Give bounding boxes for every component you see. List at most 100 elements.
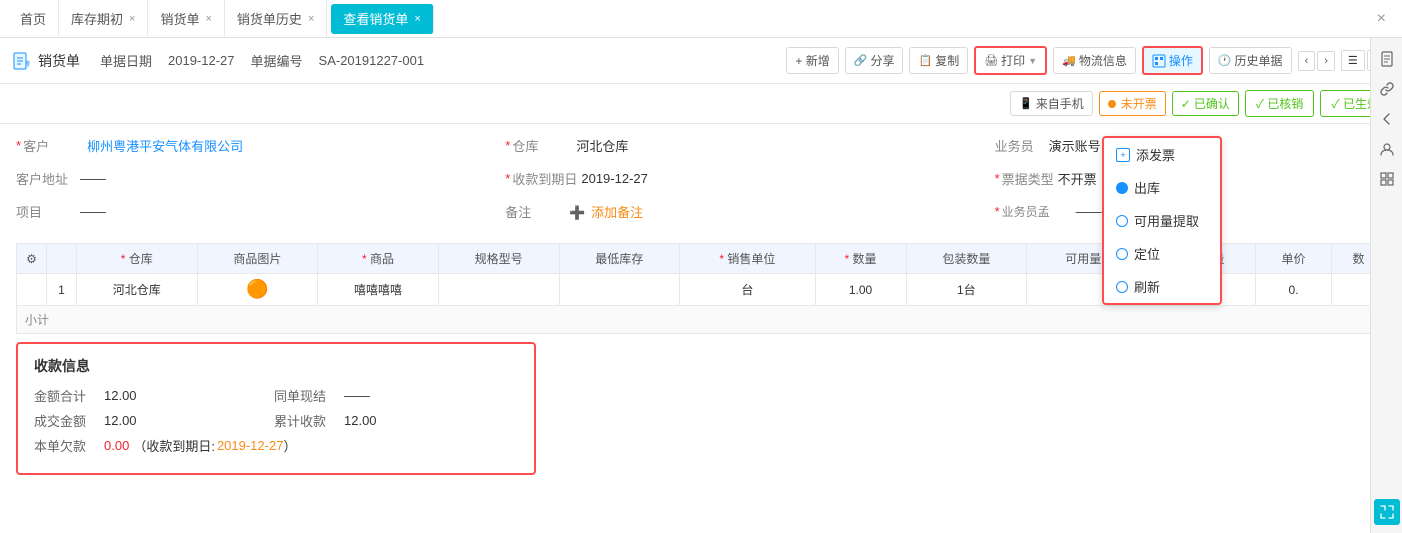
row-unit-price: 0. (1256, 274, 1332, 306)
operate-button[interactable]: 操作 (1142, 46, 1203, 75)
col-sales-unit: * 销售单位 (680, 244, 815, 274)
tab-sales-order[interactable]: 销货单 × (148, 0, 224, 38)
payment-row-2: 成交金额 12.00 累计收款 12.00 (34, 411, 518, 430)
share-label: 分享 (870, 52, 894, 69)
prev-button[interactable]: ‹ (1298, 51, 1316, 71)
address-field: 客户地址 —— (16, 169, 505, 188)
row-product-img: 🟠 (197, 274, 318, 306)
project-field: 项目 —— (16, 202, 505, 221)
main-content: 销货单 单据日期 2019-12-27 单据编号 SA-20191227-001… (0, 38, 1402, 533)
salesperson-required-star: * (995, 204, 1000, 219)
locate-item[interactable]: 定位 (1104, 237, 1220, 270)
confirmed-button[interactable]: ✓ 已确认 (1172, 91, 1239, 116)
col-product: * 商品 (318, 244, 439, 274)
doc-number-value: SA-20191227-001 (319, 53, 425, 68)
paydate-required-star: * (505, 171, 510, 186)
tab-view-sales[interactable]: 查看销货单 × (331, 4, 433, 34)
warehouse-label: 仓库 (512, 136, 572, 155)
tab-sales-history[interactable]: 销货单历史 × (225, 0, 327, 38)
locate-icon (1116, 248, 1128, 260)
tab-inventory-init[interactable]: 库存期初 × (59, 0, 148, 38)
row-quantity: 1.00 (815, 274, 906, 306)
project-label: 项目 (16, 202, 76, 221)
same-order-label: 同单现结 (274, 386, 344, 405)
next-button[interactable]: › (1317, 51, 1335, 71)
doc-date-value: 2019-12-27 (168, 53, 235, 68)
col-min-stock: 最低库存 (559, 244, 680, 274)
add-invoice-icon: + (1116, 148, 1130, 162)
tab-bar: 首页 库存期初 × 销货单 × 销货单历史 × 查看销货单 × × (0, 0, 1402, 38)
history-label: 历史单据 (1235, 52, 1283, 69)
subtotal-label: 小计 (17, 306, 1386, 334)
col-product-img: 商品图片 (197, 244, 318, 274)
payment-owed-item: 本单欠款 0.00 （收款到期日: 2019-12-27 ） (34, 436, 518, 455)
payment-accumulated-item: 累计收款 12.00 (274, 411, 514, 430)
payment-total-item: 金额合计 12.00 (34, 386, 274, 405)
col-spec: 规格型号 (438, 244, 559, 274)
payment-total-label: 金额合计 (34, 386, 104, 405)
history-button[interactable]: 🕐 历史单据 (1209, 47, 1292, 74)
row-settings (17, 274, 47, 306)
staff-label: 业务员 (995, 136, 1045, 155)
sidebar-icon-expand[interactable] (1374, 499, 1400, 525)
window-close-button[interactable]: × (1369, 10, 1394, 28)
payment-row-1: 金额合计 12.00 同单现结 —— (34, 386, 518, 405)
address-value: —— (76, 169, 110, 188)
print-button[interactable]: 🖨 打印 ▼ (974, 46, 1047, 75)
payment-date-field: * 收款到期日 2019-12-27 (505, 169, 994, 188)
doc-meta: 单据日期 2019-12-27 单据编号 SA-20191227-001 (100, 51, 424, 70)
logistics-button[interactable]: 🚚 物流信息 (1053, 47, 1136, 74)
not-open-button[interactable]: 未开票 (1099, 91, 1166, 116)
sidebar-icon-5[interactable] (1374, 166, 1400, 192)
tab-history-close[interactable]: × (308, 13, 314, 25)
sold-button[interactable]: ✓ 已核销 (1245, 90, 1315, 117)
row-no: 1 (47, 274, 77, 306)
deal-value: 12.00 (104, 413, 137, 428)
ticket-type-label: 票据类型 (1002, 169, 1054, 188)
owed-label: 本单欠款 (34, 436, 104, 455)
sidebar-icon-3[interactable] (1374, 106, 1400, 132)
sidebar-icon-4[interactable] (1374, 136, 1400, 162)
sidebar-icon-1[interactable] (1374, 46, 1400, 72)
same-order-value: —— (344, 388, 370, 403)
outbound-item[interactable]: 出库 (1104, 171, 1220, 204)
payment-same-order-item: 同单现结 —— (274, 386, 514, 405)
second-toolbar: 📱 来自手机 未开票 ✓ 已确认 ✓ 已核销 ✓ 已生效 (0, 84, 1402, 124)
refresh-icon (1116, 281, 1128, 293)
sidebar-icon-2[interactable] (1374, 76, 1400, 102)
tab-inventory-close[interactable]: × (129, 13, 135, 25)
not-open-label: 未开票 (1121, 95, 1157, 112)
right-sidebar (1370, 38, 1402, 533)
doc-header: 销货单 单据日期 2019-12-27 单据编号 SA-20191227-001… (0, 38, 1402, 84)
from-mobile-button[interactable]: 📱 来自手机 (1010, 91, 1093, 116)
row-sales-unit: 台 (680, 274, 815, 306)
ticket-required-star: * (995, 171, 1000, 186)
add-invoice-item[interactable]: + 添发票 (1104, 138, 1220, 171)
available-qty-icon (1116, 215, 1128, 227)
accumulated-value: 12.00 (344, 413, 377, 428)
locate-label: 定位 (1134, 244, 1160, 263)
owed-note: （收款到期日: (133, 436, 215, 455)
tab-home[interactable]: 首页 (8, 0, 59, 38)
copy-button[interactable]: 📋 复制 (909, 47, 968, 74)
refresh-item[interactable]: 刷新 (1104, 270, 1220, 303)
customer-value[interactable]: 柳州粤港平安气体有限公司 (83, 134, 247, 157)
row-spec (438, 274, 559, 306)
add-note-button[interactable]: ➕ 添加备注 (565, 200, 647, 223)
nav-arrows: ‹ › (1298, 51, 1335, 71)
col-settings[interactable]: ⚙ (17, 244, 47, 274)
doc-type-label: 销货单 (38, 51, 80, 71)
doc-type-icon (12, 52, 30, 70)
list-view-button[interactable]: ☰ (1341, 50, 1365, 71)
share-button[interactable]: 🔗 分享 (845, 47, 904, 74)
confirmed-label: 已确认 (1194, 95, 1230, 112)
available-qty-item[interactable]: 可用量提取 (1104, 204, 1220, 237)
copy-label: 复制 (935, 52, 959, 69)
tab-sales-close[interactable]: × (205, 13, 211, 25)
refresh-label: 刷新 (1134, 277, 1160, 296)
warehouse-field: * 仓库 河北仓库 (505, 134, 994, 157)
row-min-stock (559, 274, 680, 306)
salesperson-value: —— (1072, 202, 1106, 221)
new-button[interactable]: + 新增 (786, 47, 838, 74)
tab-view-close[interactable]: × (414, 13, 420, 25)
